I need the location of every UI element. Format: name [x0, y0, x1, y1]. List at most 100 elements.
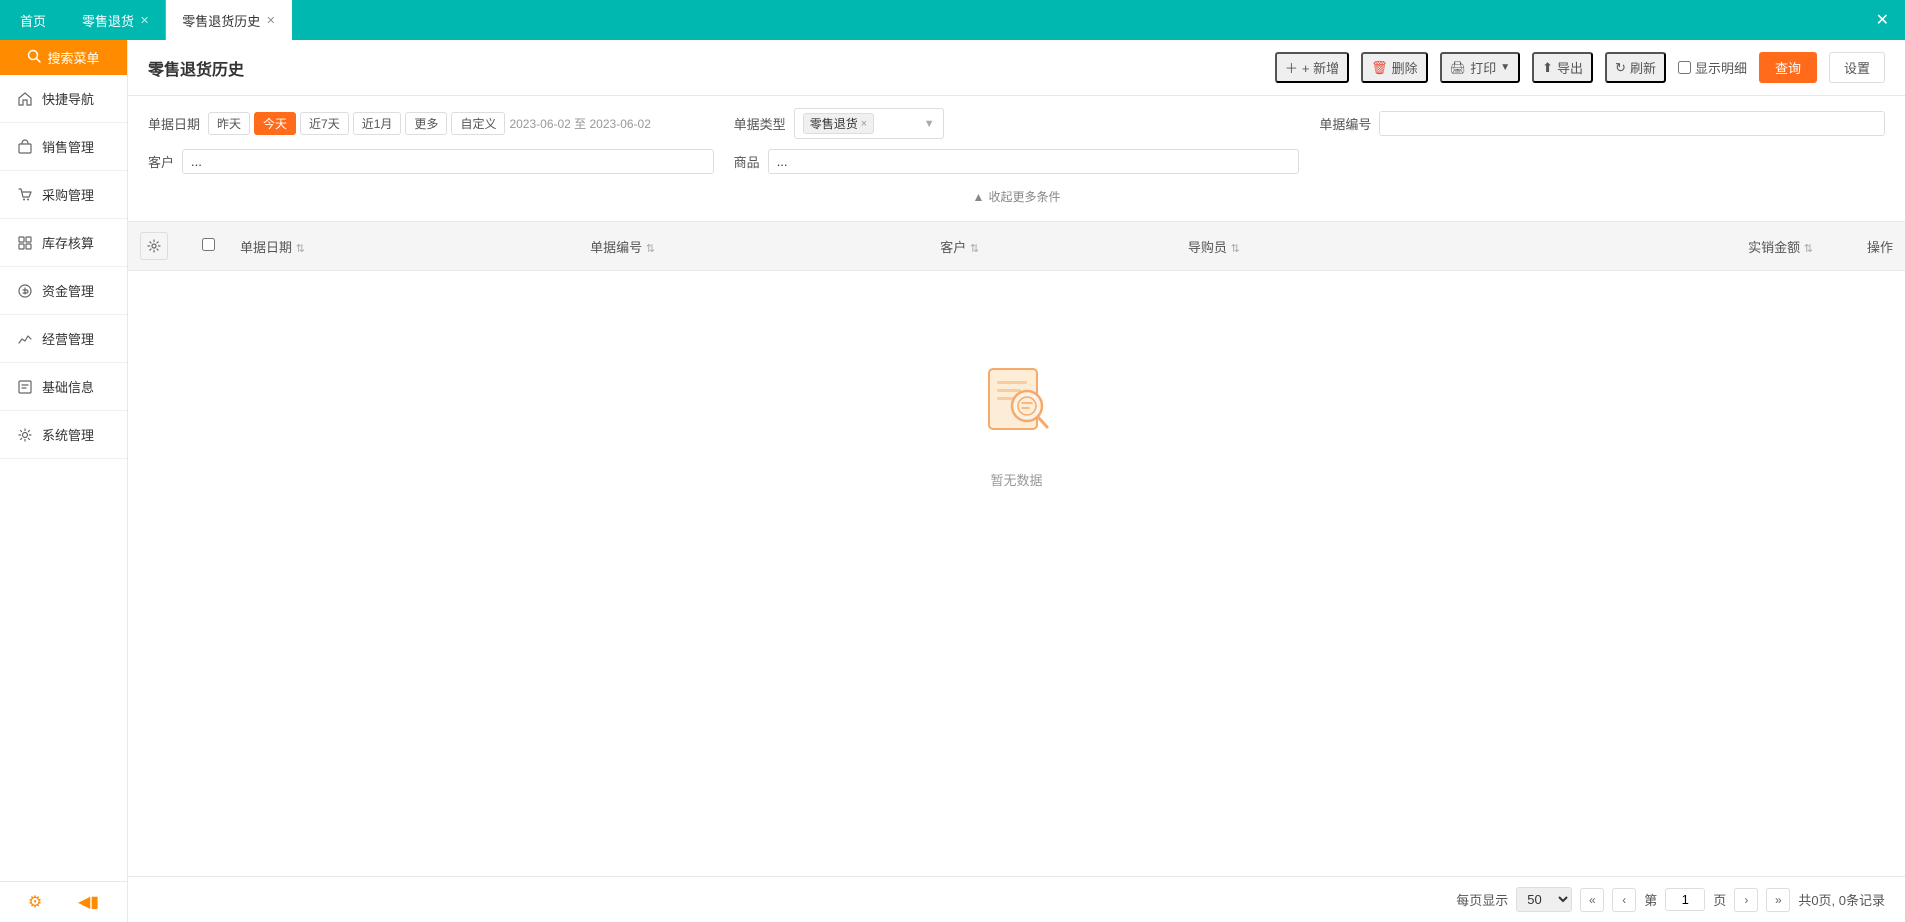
sidebar-item-quick-nav[interactable]: 快捷导航	[0, 75, 127, 123]
date-btn-more[interactable]: 更多	[405, 112, 447, 135]
sidebar-item-inventory-label: 库存核算	[42, 233, 94, 252]
show-detail-label: 显示明细	[1695, 58, 1747, 77]
th-customer[interactable]: 客户	[928, 222, 1176, 271]
select-all-checkbox[interactable]	[202, 238, 215, 251]
customer-filter-label: 客户	[148, 152, 174, 171]
collapse-icon: ▲	[973, 190, 985, 204]
sidebar-item-purchase-mgmt[interactable]: 采购管理	[0, 171, 127, 219]
pagination-info: 共0页, 0条记录	[1798, 890, 1885, 909]
th-no-label: 单据编号	[590, 240, 642, 255]
filter-doctype-item: 单据类型 零售退货 × ▼	[734, 108, 1300, 139]
sidebar: 搜索菜单 快捷导航 销售管理 采购管理	[0, 40, 128, 922]
sidebar-search[interactable]: 搜索菜单	[0, 40, 127, 75]
th-date[interactable]: 单据日期	[228, 222, 578, 271]
th-amount[interactable]: 实销金额	[1475, 222, 1825, 271]
finance-icon	[16, 282, 34, 300]
add-button[interactable]: ＋ + 新增	[1275, 52, 1349, 83]
sidebar-item-sales-mgmt[interactable]: 销售管理	[0, 123, 127, 171]
page-label: 第	[1644, 890, 1657, 909]
top-nav: 首页 零售退货 ✕ 零售退货历史 ✕ ✕	[0, 0, 1905, 40]
operations-icon	[16, 330, 34, 348]
tab-home[interactable]: 首页	[0, 0, 66, 40]
doctype-select[interactable]: 零售退货 × ▼	[794, 108, 944, 139]
sidebar-item-finance-label: 资金管理	[42, 281, 94, 300]
filter-date-item: 单据日期 昨天 今天 近7天 近1月 更多 自定义 2023-06-02 至 2…	[148, 112, 714, 135]
table-section: 单据日期 单据编号 客户 导购员	[128, 222, 1905, 876]
window-close-button[interactable]: ✕	[1876, 10, 1905, 30]
sidebar-item-operations[interactable]: 经营管理	[0, 315, 127, 363]
sidebar-search-label: 搜索菜单	[47, 48, 99, 67]
collapse-button[interactable]: ▲ 收起更多条件	[961, 184, 1073, 209]
filter-goods-item: 商品	[734, 149, 1300, 174]
export-button-label: 导出	[1557, 58, 1583, 77]
doctype-tag-close[interactable]: ×	[861, 118, 867, 130]
sidebar-item-sys-mgmt[interactable]: 系统管理	[0, 411, 127, 459]
next-page-button[interactable]: ›	[1734, 888, 1758, 912]
date-btn-7days[interactable]: 近7天	[300, 112, 349, 135]
page-header: 零售退货历史 ＋ + 新增 🗑 删除 🖨 打印 ▼ ⬆ 导出	[128, 40, 1905, 96]
show-detail-checkbox[interactable]: 显示明细	[1678, 58, 1747, 77]
delete-button[interactable]: 🗑 删除	[1361, 52, 1428, 83]
sidebar-item-operations-label: 经营管理	[42, 329, 94, 348]
print-button-label: 打印	[1470, 58, 1496, 77]
sidebar-item-base-info[interactable]: 基础信息	[0, 363, 127, 411]
volume-icon[interactable]: ◀▮	[78, 892, 99, 912]
last-page-button[interactable]: »	[1766, 888, 1790, 912]
doctype-tag-value: 零售退货	[810, 115, 858, 132]
page-input[interactable]	[1665, 888, 1705, 911]
system-icon	[16, 426, 34, 444]
prev-page-button[interactable]: ‹	[1612, 888, 1636, 912]
first-page-button[interactable]: «	[1580, 888, 1604, 912]
sales-icon	[16, 138, 34, 156]
base-info-icon	[16, 378, 34, 396]
settings-button[interactable]: 设置	[1829, 52, 1885, 83]
add-button-label: + 新增	[1302, 58, 1339, 77]
print-button[interactable]: 🖨 打印 ▼	[1440, 52, 1520, 83]
nav-tabs: 首页 零售退货 ✕ 零售退货历史 ✕	[0, 0, 1876, 40]
table-wrapper: 单据日期 单据编号 客户 导购员	[128, 222, 1905, 569]
th-guide[interactable]: 导购员	[1176, 222, 1475, 271]
tab-retail-return-history[interactable]: 零售退货历史 ✕	[166, 0, 292, 40]
docno-filter-label: 单据编号	[1319, 114, 1371, 133]
tab-retail-return[interactable]: 零售退货 ✕	[66, 0, 166, 40]
pagination-bar: 每页显示 10 20 50 100 « ‹ 第 页 › » 共0页, 0条记录	[128, 876, 1905, 922]
print-icon: 🖨	[1450, 60, 1467, 76]
table-settings-icon[interactable]	[140, 232, 168, 260]
date-btn-custom[interactable]: 自定义	[451, 112, 505, 135]
table-header-row: 单据日期 单据编号 客户 导购员	[128, 222, 1905, 271]
sidebar-item-purchase-mgmt-label: 采购管理	[42, 185, 94, 204]
date-btn-today[interactable]: 今天	[254, 112, 296, 135]
sidebar-item-sales-mgmt-label: 销售管理	[42, 137, 94, 156]
sidebar-item-inventory[interactable]: 库存核算	[0, 219, 127, 267]
doctype-tag: 零售退货 ×	[803, 113, 874, 134]
th-guide-label: 导购员	[1188, 240, 1227, 255]
tab-retail-return-close[interactable]: ✕	[140, 14, 149, 27]
page-size-select[interactable]: 10 20 50 100	[1516, 887, 1572, 912]
date-btn-yesterday[interactable]: 昨天	[208, 112, 250, 135]
refresh-button[interactable]: ↻ 刷新	[1605, 52, 1666, 83]
docno-input[interactable]	[1379, 111, 1885, 136]
date-btn-1month[interactable]: 近1月	[353, 112, 402, 135]
filter-customer-item: 客户	[148, 149, 714, 174]
customer-input[interactable]	[182, 149, 714, 174]
date-range-display: 2023-06-02 至 2023-06-02	[509, 115, 650, 132]
goods-input[interactable]	[768, 149, 1300, 174]
settings-icon[interactable]: ⚙	[28, 892, 42, 912]
collapse-label: 收起更多条件	[988, 188, 1060, 205]
date-filter-label: 单据日期	[148, 114, 200, 133]
sidebar-item-finance[interactable]: 资金管理	[0, 267, 127, 315]
th-date-label: 单据日期	[240, 240, 292, 255]
empty-state: 暂无数据	[128, 271, 1905, 569]
page-size-label: 每页显示	[1456, 890, 1508, 909]
query-button[interactable]: 查询	[1759, 52, 1817, 83]
th-actions: 操作	[1825, 222, 1905, 271]
th-actions-label: 操作	[1867, 240, 1893, 255]
tab-retail-return-history-close[interactable]: ✕	[266, 14, 275, 27]
sidebar-bottom: ⚙ ◀▮	[0, 881, 127, 922]
delete-button-label: 删除	[1392, 58, 1418, 77]
export-button[interactable]: ⬆ 导出	[1532, 52, 1593, 83]
show-detail-input[interactable]	[1678, 61, 1691, 74]
content-area: 零售退货历史 ＋ + 新增 🗑 删除 🖨 打印 ▼ ⬆ 导出	[128, 40, 1905, 922]
th-no[interactable]: 单据编号	[578, 222, 928, 271]
header-actions: ＋ + 新增 🗑 删除 🖨 打印 ▼ ⬆ 导出 ↻	[1275, 52, 1885, 83]
